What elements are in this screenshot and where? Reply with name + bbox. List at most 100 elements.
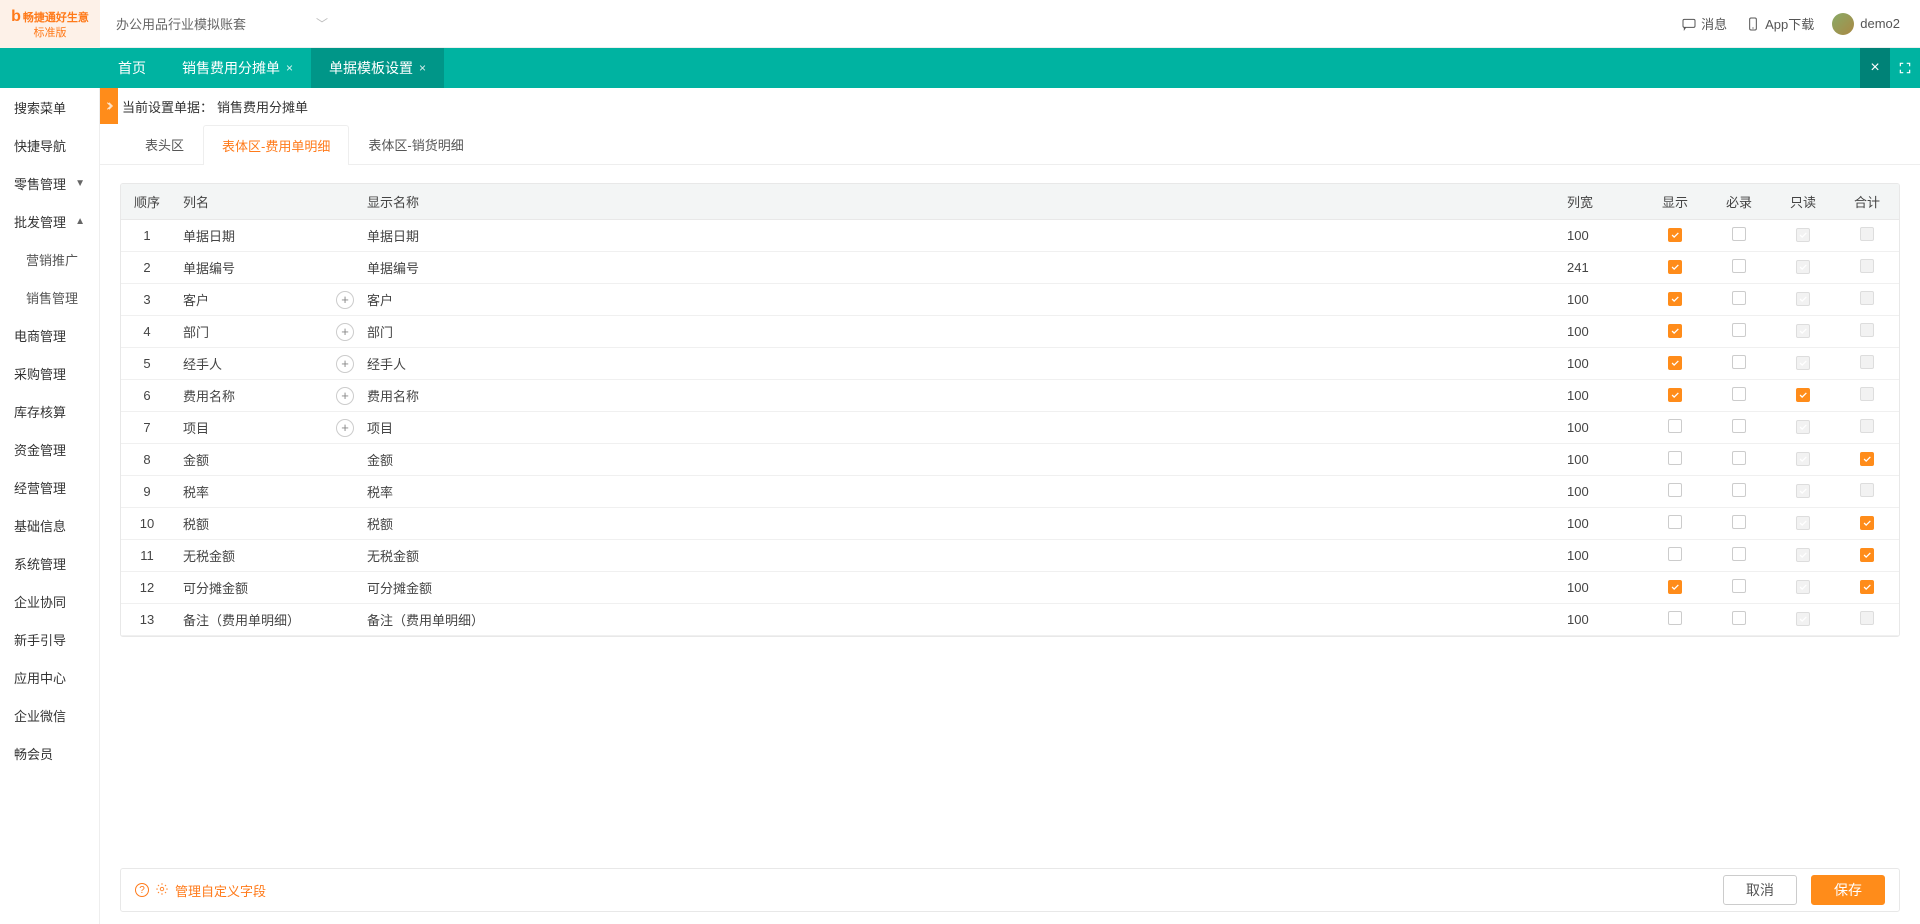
sidebar-item[interactable]: 营销推广 xyxy=(0,240,99,278)
checkbox[interactable] xyxy=(1860,516,1874,530)
sidebar-item[interactable]: 库存核算 xyxy=(0,392,99,430)
checkbox[interactable] xyxy=(1860,580,1874,594)
cell-name[interactable]: 税率 xyxy=(173,476,333,508)
messages-button[interactable]: 消息 xyxy=(1681,14,1727,33)
cell-display[interactable]: 税率 xyxy=(357,476,1557,508)
close-all-tabs-button[interactable]: × xyxy=(1860,48,1890,88)
expand-flag[interactable] xyxy=(100,88,118,124)
cell-width[interactable]: 100 xyxy=(1557,476,1643,508)
cell-width[interactable]: 100 xyxy=(1557,316,1643,348)
section-tab-sales-detail[interactable]: 表体区-销货明细 xyxy=(349,124,482,164)
checkbox[interactable] xyxy=(1668,292,1682,306)
tab-sales-expense[interactable]: 销售费用分摊单 × xyxy=(164,48,311,88)
add-button[interactable]: + xyxy=(336,355,354,373)
cell-width[interactable]: 100 xyxy=(1557,284,1643,316)
add-button[interactable]: + xyxy=(336,387,354,405)
cell-width[interactable]: 241 xyxy=(1557,252,1643,284)
cell-display[interactable]: 单据编号 xyxy=(357,252,1557,284)
section-tab-expense-detail[interactable]: 表体区-费用单明细 xyxy=(203,125,349,165)
cell-width[interactable]: 100 xyxy=(1557,412,1643,444)
sidebar-item[interactable]: 采购管理 xyxy=(0,354,99,392)
add-button[interactable]: + xyxy=(336,323,354,341)
cell-width[interactable]: 100 xyxy=(1557,604,1643,636)
cell-name[interactable]: 单据编号 xyxy=(173,252,333,284)
checkbox[interactable] xyxy=(1732,259,1746,273)
checkbox[interactable] xyxy=(1668,419,1682,433)
tab-home[interactable]: 首页 xyxy=(100,48,164,88)
checkbox[interactable] xyxy=(1860,452,1874,466)
checkbox[interactable] xyxy=(1732,323,1746,337)
add-button[interactable]: + xyxy=(336,291,354,309)
sidebar-item[interactable]: 快捷导航 xyxy=(0,126,99,164)
tab-template-settings[interactable]: 单据模板设置 × xyxy=(311,48,444,88)
fullscreen-button[interactable] xyxy=(1890,48,1920,88)
sidebar-item[interactable]: 零售管理▼ xyxy=(0,164,99,202)
sidebar-item[interactable]: 应用中心 xyxy=(0,658,99,696)
sidebar-item[interactable]: 企业微信 xyxy=(0,696,99,734)
cell-name[interactable]: 部门 xyxy=(173,316,333,348)
checkbox[interactable] xyxy=(1732,451,1746,465)
checkbox[interactable] xyxy=(1732,483,1746,497)
checkbox[interactable] xyxy=(1732,227,1746,241)
cell-display[interactable]: 备注（费用单明细） xyxy=(357,604,1557,636)
checkbox[interactable] xyxy=(1796,388,1810,402)
checkbox[interactable] xyxy=(1860,548,1874,562)
cell-name[interactable]: 税额 xyxy=(173,508,333,540)
user-menu[interactable]: demo2 xyxy=(1832,13,1900,35)
cell-width[interactable]: 100 xyxy=(1557,220,1643,252)
cell-display[interactable]: 费用名称 xyxy=(357,380,1557,412)
checkbox[interactable] xyxy=(1668,324,1682,338)
sidebar-item[interactable]: 新手引导 xyxy=(0,620,99,658)
checkbox[interactable] xyxy=(1668,547,1682,561)
cell-display[interactable]: 金额 xyxy=(357,444,1557,476)
cell-display[interactable]: 项目 xyxy=(357,412,1557,444)
cell-display[interactable]: 部门 xyxy=(357,316,1557,348)
checkbox[interactable] xyxy=(1668,356,1682,370)
sidebar-item[interactable]: 批发管理▲ xyxy=(0,202,99,240)
cell-name[interactable]: 金额 xyxy=(173,444,333,476)
section-tab-header[interactable]: 表头区 xyxy=(126,124,203,164)
manage-custom-fields-link[interactable]: ? 管理自定义字段 xyxy=(135,881,266,900)
checkbox[interactable] xyxy=(1668,451,1682,465)
checkbox[interactable] xyxy=(1668,515,1682,529)
cell-name[interactable]: 单据日期 xyxy=(173,220,333,252)
checkbox[interactable] xyxy=(1668,580,1682,594)
sidebar-item[interactable]: 电商管理 xyxy=(0,316,99,354)
cell-name[interactable]: 经手人 xyxy=(173,348,333,380)
account-set-selector[interactable]: 办公用品行业模拟账套 ﹀ xyxy=(116,14,328,33)
cell-name[interactable]: 费用名称 xyxy=(173,380,333,412)
cell-name[interactable]: 无税金额 xyxy=(173,540,333,572)
app-download-button[interactable]: App下载 xyxy=(1745,14,1814,33)
checkbox[interactable] xyxy=(1732,387,1746,401)
cell-display[interactable]: 客户 xyxy=(357,284,1557,316)
checkbox[interactable] xyxy=(1732,419,1746,433)
sidebar-item[interactable]: 资金管理 xyxy=(0,430,99,468)
cell-display[interactable]: 无税金额 xyxy=(357,540,1557,572)
cell-name[interactable]: 备注（费用单明细） xyxy=(173,604,333,636)
cell-name[interactable]: 客户 xyxy=(173,284,333,316)
cell-width[interactable]: 100 xyxy=(1557,348,1643,380)
sidebar-item[interactable]: 畅会员 xyxy=(0,734,99,772)
checkbox[interactable] xyxy=(1668,260,1682,274)
cell-width[interactable]: 100 xyxy=(1557,540,1643,572)
cell-name[interactable]: 可分摊金额 xyxy=(173,572,333,604)
cell-width[interactable]: 100 xyxy=(1557,508,1643,540)
save-button[interactable]: 保存 xyxy=(1811,875,1885,905)
cell-display[interactable]: 经手人 xyxy=(357,348,1557,380)
cell-name[interactable]: 项目 xyxy=(173,412,333,444)
sidebar-item[interactable]: 基础信息 xyxy=(0,506,99,544)
sidebar-item[interactable]: 系统管理 xyxy=(0,544,99,582)
cell-display[interactable]: 单据日期 xyxy=(357,220,1557,252)
cell-width[interactable]: 100 xyxy=(1557,444,1643,476)
sidebar-item[interactable]: 搜索菜单 xyxy=(0,88,99,126)
cell-display[interactable]: 可分摊金额 xyxy=(357,572,1557,604)
add-button[interactable]: + xyxy=(336,419,354,437)
cell-display[interactable]: 税额 xyxy=(357,508,1557,540)
checkbox[interactable] xyxy=(1732,547,1746,561)
checkbox[interactable] xyxy=(1732,579,1746,593)
checkbox[interactable] xyxy=(1668,483,1682,497)
sidebar-item[interactable]: 经营管理 xyxy=(0,468,99,506)
checkbox[interactable] xyxy=(1668,388,1682,402)
close-icon[interactable]: × xyxy=(286,61,293,75)
checkbox[interactable] xyxy=(1732,291,1746,305)
